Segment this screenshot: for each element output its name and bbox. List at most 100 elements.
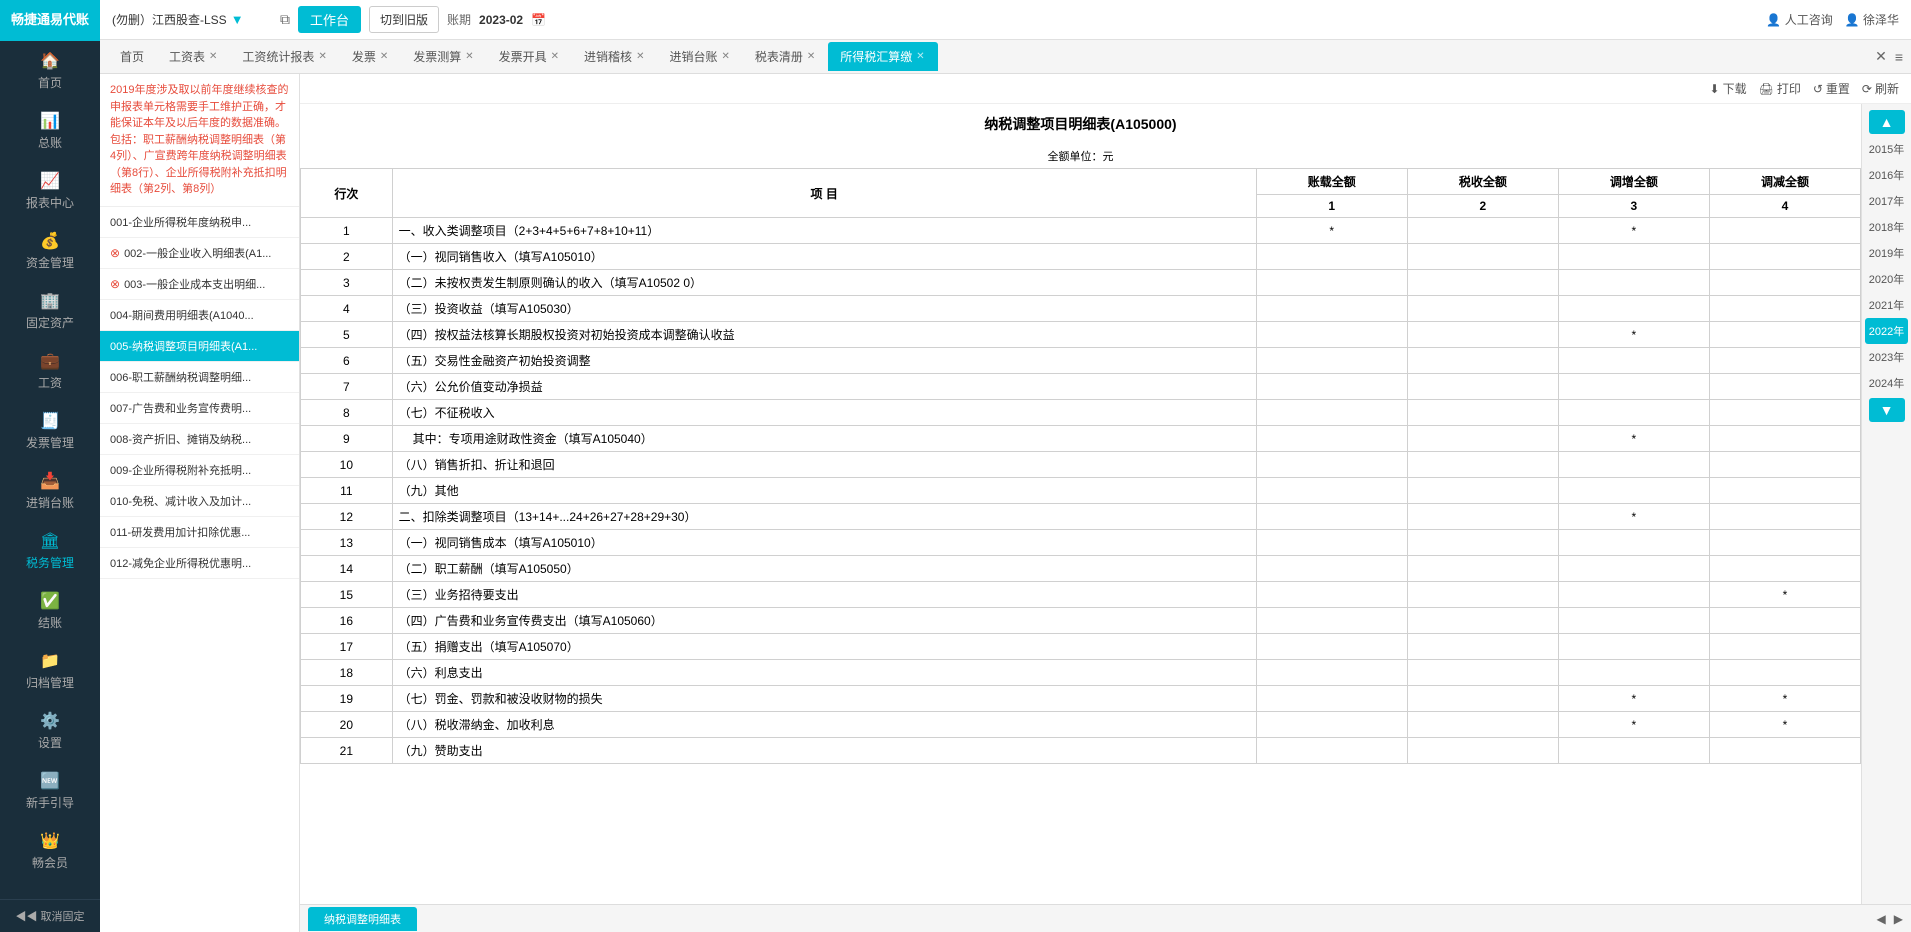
sidebar-item-home[interactable]: 🏠首页 <box>0 41 100 101</box>
left-menu-item-008[interactable]: 008-资产折旧、摊销及纳税... <box>100 424 299 455</box>
tab-close-icon[interactable]: ✕ <box>807 51 815 62</box>
download-button[interactable]: ⬇ 下载 <box>1710 80 1747 97</box>
cell-c2[interactable] <box>1407 504 1558 530</box>
calendar-icon[interactable]: 📅 <box>531 13 546 27</box>
cell-c2[interactable] <box>1407 582 1558 608</box>
cell-c3[interactable] <box>1558 244 1709 270</box>
cell-c2[interactable] <box>1407 608 1558 634</box>
more-tabs-icon[interactable]: ≡ <box>1895 49 1903 65</box>
left-menu-item-006[interactable]: 006-职工薪酬纳税调整明细... <box>100 362 299 393</box>
sidebar-item-fixed-asset[interactable]: 🏢固定资产 <box>0 281 100 341</box>
cell-c3[interactable] <box>1558 556 1709 582</box>
year-item[interactable]: 2015年 <box>1865 136 1908 162</box>
cell-c4[interactable] <box>1709 530 1860 556</box>
cell-c3[interactable] <box>1558 738 1709 764</box>
sidebar-item-settings[interactable]: ⚙️设置 <box>0 701 100 761</box>
cell-c3[interactable] <box>1558 270 1709 296</box>
left-menu-item-001[interactable]: 001-企业所得税年度纳税申... <box>100 207 299 238</box>
cell-c1[interactable] <box>1256 244 1407 270</box>
cell-c3[interactable]: * <box>1558 686 1709 712</box>
cell-c2[interactable] <box>1407 478 1558 504</box>
cell-c4[interactable] <box>1709 452 1860 478</box>
avatar[interactable]: 👤 徐泽华 <box>1845 11 1899 28</box>
year-down-button[interactable]: ▼ <box>1869 398 1905 422</box>
cell-c2[interactable] <box>1407 452 1558 478</box>
tab-close-icon[interactable]: ✕ <box>636 51 644 62</box>
tab-item[interactable]: 首页 <box>108 42 157 71</box>
company-selector[interactable]: (勿删）江西股查-LSS ▼ <box>112 11 272 28</box>
sidebar-item-newbie[interactable]: 🆕新手引导 <box>0 761 100 821</box>
cell-c3[interactable] <box>1558 608 1709 634</box>
year-item[interactable]: 2023年 <box>1865 344 1908 370</box>
cell-c1[interactable] <box>1256 374 1407 400</box>
cell-c1[interactable] <box>1256 660 1407 686</box>
cell-c4[interactable] <box>1709 738 1860 764</box>
sidebar-item-settle[interactable]: ✅结账 <box>0 581 100 641</box>
cell-c4[interactable]: * <box>1709 686 1860 712</box>
cell-c1[interactable] <box>1256 452 1407 478</box>
cell-c2[interactable] <box>1407 426 1558 452</box>
left-menu-item-005[interactable]: 005-纳税调整项目明细表(A1... <box>100 331 299 362</box>
tab-item[interactable]: 进销台账✕ <box>657 42 742 71</box>
cell-c1[interactable] <box>1256 270 1407 296</box>
sidebar-item-invoice-mgmt[interactable]: 🧾发票管理 <box>0 401 100 461</box>
left-menu-item-002[interactable]: ⊗002-一般企业收入明细表(A1... <box>100 238 299 269</box>
tab-item[interactable]: 发票测算✕ <box>401 42 486 71</box>
cell-c2[interactable] <box>1407 400 1558 426</box>
cell-c3[interactable]: * <box>1558 218 1709 244</box>
bottom-tab-active[interactable]: 纳税调整明细表 <box>308 907 417 931</box>
cell-c2[interactable] <box>1407 296 1558 322</box>
close-tab-icon[interactable]: ✕ <box>1875 48 1887 65</box>
tab-item[interactable]: 发票开具✕ <box>487 42 572 71</box>
cell-c4[interactable] <box>1709 426 1860 452</box>
tab-item[interactable]: 工资表✕ <box>157 42 230 71</box>
cell-c2[interactable] <box>1407 556 1558 582</box>
period-value[interactable]: 2023-02 <box>479 13 523 27</box>
tab-item[interactable]: 税表清册✕ <box>743 42 828 71</box>
cell-c4[interactable] <box>1709 556 1860 582</box>
cell-c2[interactable] <box>1407 270 1558 296</box>
tab-close-icon[interactable]: ✕ <box>318 51 326 62</box>
tab-close-icon[interactable]: ✕ <box>465 51 473 62</box>
sidebar-item-salary[interactable]: 💼工资 <box>0 341 100 401</box>
tab-close-icon[interactable]: ✕ <box>551 51 559 62</box>
cell-c3[interactable] <box>1558 374 1709 400</box>
left-menu-item-004[interactable]: 004-期间费用明细表(A1040... <box>100 300 299 331</box>
cell-c2[interactable] <box>1407 218 1558 244</box>
cell-c4[interactable] <box>1709 270 1860 296</box>
cell-c1[interactable] <box>1256 322 1407 348</box>
cell-c1[interactable] <box>1256 400 1407 426</box>
cell-c3[interactable]: * <box>1558 322 1709 348</box>
tab-close-icon[interactable]: ✕ <box>380 51 388 62</box>
cell-c2[interactable] <box>1407 348 1558 374</box>
cell-c1[interactable] <box>1256 738 1407 764</box>
cell-c1[interactable] <box>1256 504 1407 530</box>
year-item[interactable]: 2020年 <box>1865 266 1908 292</box>
year-item[interactable]: 2024年 <box>1865 370 1908 396</box>
reset-button[interactable]: ↺ 重置 <box>1813 80 1850 97</box>
cell-c4[interactable]: * <box>1709 712 1860 738</box>
left-menu-item-012[interactable]: 012-减免企业所得税优惠明... <box>100 548 299 579</box>
cell-c4[interactable] <box>1709 478 1860 504</box>
cell-c2[interactable] <box>1407 712 1558 738</box>
cell-c1[interactable] <box>1256 686 1407 712</box>
workbench-button[interactable]: 工作台 <box>298 6 361 33</box>
print-button[interactable]: 🖨 打印 <box>1759 80 1801 97</box>
sidebar-item-archive[interactable]: 📁归档管理 <box>0 641 100 701</box>
oldview-button[interactable]: 切到旧版 <box>369 6 439 33</box>
cell-c4[interactable] <box>1709 634 1860 660</box>
left-menu-item-007[interactable]: 007-广告费和业务宣传费明... <box>100 393 299 424</box>
scroll-right-icon[interactable]: ▶ <box>1894 912 1903 926</box>
year-item[interactable]: 2019年 <box>1865 240 1908 266</box>
sidebar-item-member[interactable]: 👑畅会员 <box>0 821 100 881</box>
sidebar-item-asset-mgmt[interactable]: 💰资金管理 <box>0 221 100 281</box>
chevron-down-icon[interactable]: ▼ <box>231 12 244 27</box>
scroll-left-icon[interactable]: ◀ <box>1877 912 1886 926</box>
cell-c3[interactable] <box>1558 478 1709 504</box>
cell-c3[interactable] <box>1558 660 1709 686</box>
tab-item[interactable]: 进销稽核✕ <box>572 42 657 71</box>
cell-c2[interactable] <box>1407 530 1558 556</box>
cell-c1[interactable] <box>1256 296 1407 322</box>
tab-item[interactable]: 所得税汇算缴✕ <box>828 42 937 71</box>
left-menu-item-010[interactable]: 010-免税、减计收入及加计... <box>100 486 299 517</box>
